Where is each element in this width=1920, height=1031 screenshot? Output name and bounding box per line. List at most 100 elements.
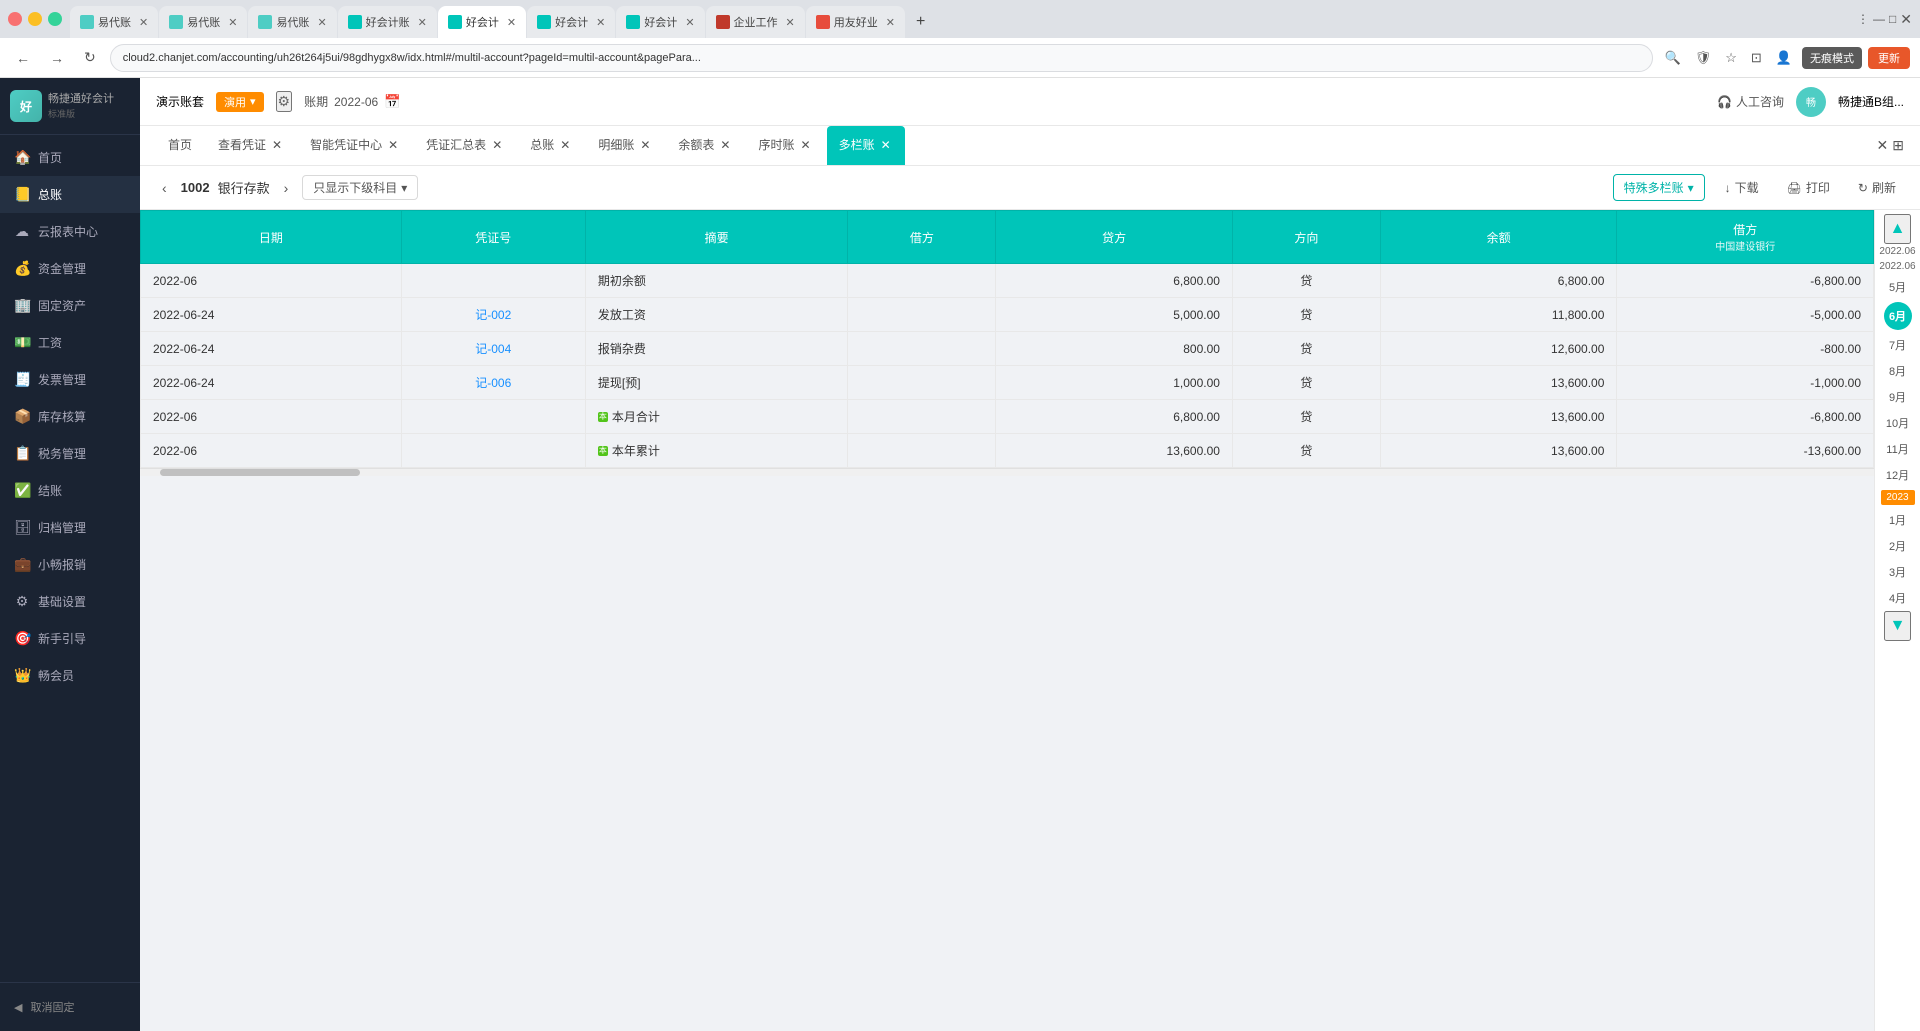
browser-tab-7-close[interactable]: ✕ [685,16,694,29]
address-input[interactable] [110,44,1653,72]
window-max-btn[interactable] [48,12,62,26]
account-prev-btn[interactable]: ‹ [156,178,173,198]
extension-icon[interactable]: ⊡ [1747,46,1766,70]
sidebar-item-expense[interactable]: 💼 小畅报销 [0,546,140,583]
star-icon[interactable]: ☆ [1721,46,1741,70]
special-multi-account-btn[interactable]: 特殊多栏账 ▾ [1613,174,1705,201]
refresh-nav-btn[interactable]: ↻ [78,45,102,70]
tab-smart-voucher[interactable]: 智能凭证中心 ✕ [298,126,412,166]
tab-general-ledger[interactable]: 总账 ✕ [518,126,584,166]
window-maximize-btn[interactable]: □ [1889,12,1896,26]
browser-tab-5[interactable]: 好会计 ✕ [438,6,526,38]
new-tab-btn[interactable]: + [906,6,935,38]
horizontal-scrollbar[interactable] [140,468,1874,476]
calendar-month-12[interactable]: 12月 [1881,462,1915,488]
calendar-month-7[interactable]: 7月 [1881,332,1915,358]
calendar-month-8[interactable]: 8月 [1881,358,1915,384]
browser-tab-2-close[interactable]: ✕ [228,16,237,29]
window-close-btn[interactable] [8,12,22,26]
period-calendar-btn[interactable]: 📅 [384,94,401,110]
browser-tab-5-close[interactable]: ✕ [507,16,516,29]
sidebar-item-guide[interactable]: 🎯 新手引导 [0,620,140,657]
print-btn[interactable]: 🖨 打印 [1779,175,1838,200]
tab-home[interactable]: 首页 [156,126,204,166]
browser-tab-4[interactable]: 好会计账 ✕ [338,6,437,38]
tab-chronological[interactable]: 序时账 ✕ [746,126,824,166]
tab-view-vouchers[interactable]: 查看凭证 ✕ [206,126,296,166]
calendar-month-5[interactable]: 5月 [1881,274,1915,300]
update-btn[interactable]: 更新 [1868,47,1910,69]
tab-list-btn[interactable]: ⋮ [1857,12,1869,26]
browser-tab-6[interactable]: 好会计 ✕ [527,6,615,38]
browser-tab-6-close[interactable]: ✕ [596,16,605,29]
browser-tab-2[interactable]: 易代账 ✕ [159,6,247,38]
sidebar-item-home[interactable]: 🏠 首页 [0,139,140,176]
calendar-month-9[interactable]: 9月 [1881,384,1915,410]
tab-view-vouchers-close[interactable]: ✕ [270,138,284,152]
tab-collapse-btn[interactable]: ✕ [1877,137,1889,154]
sidebar-item-tax[interactable]: 📋 税务管理 [0,435,140,472]
browser-tab-8[interactable]: 企业工作 ✕ [706,6,805,38]
tab-multi-column[interactable]: 多栏账 ✕ [827,126,905,166]
sidebar-item-assets[interactable]: 🏢 固定资产 [0,287,140,324]
refresh-btn[interactable]: ↻ 刷新 [1850,175,1904,200]
browser-tab-9[interactable]: 用友好业 ✕ [806,6,905,38]
browser-tab-1-close[interactable]: ✕ [139,16,148,29]
user-profile-icon[interactable]: 👤 [1772,46,1796,70]
sidebar-item-close-accounts[interactable]: ✅ 结账 [0,472,140,509]
cell-voucher-3[interactable]: 记-004 [401,332,585,366]
calendar-month-10[interactable]: 10月 [1881,410,1915,436]
calendar-month-2023-2[interactable]: 2月 [1881,533,1915,559]
tab-smart-voucher-close[interactable]: ✕ [386,138,400,152]
sidebar-item-inventory[interactable]: 📦 库存核算 [0,398,140,435]
sidebar-item-settings[interactable]: ⚙ 基础设置 [0,583,140,620]
calendar-month-11[interactable]: 11月 [1881,436,1915,462]
tab-multi-column-close[interactable]: ✕ [879,138,893,152]
shield-icon[interactable]: 🛡 [1691,46,1716,70]
sidebar-unpin-btn[interactable]: ◀ 取消固定 [0,991,140,1023]
calendar-month-2023-1[interactable]: 1月 [1881,507,1915,533]
window-close-x-btn[interactable]: ✕ [1900,11,1912,28]
browser-tab-1[interactable]: 易代账 ✕ [70,6,158,38]
browser-tab-7[interactable]: 好会计 ✕ [616,6,704,38]
tab-balance-sheet-close[interactable]: ✕ [718,138,732,152]
tab-chronological-close[interactable]: ✕ [799,138,813,152]
tab-general-ledger-close[interactable]: ✕ [558,138,572,152]
sidebar-item-cloud-reports[interactable]: ☁ 云报表中心 [0,213,140,250]
sidebar-item-archive[interactable]: 🗄 归档管理 [0,509,140,546]
account-next-btn[interactable]: › [278,178,295,198]
calendar-scroll-down-btn[interactable]: ▼ [1884,611,1912,641]
cell-voucher-4[interactable]: 记-006 [401,366,585,400]
tab-balance-sheet[interactable]: 余额表 ✕ [666,126,744,166]
sidebar-item-membership[interactable]: 👑 畅会员 [0,657,140,694]
gear-settings-btn[interactable]: ⚙ [276,91,293,112]
browser-tab-4-close[interactable]: ✕ [418,16,427,29]
browser-tab-3-close[interactable]: ✕ [317,16,326,29]
sidebar-item-funds[interactable]: 💰 资金管理 [0,250,140,287]
browser-tab-8-close[interactable]: ✕ [786,16,795,29]
tab-expand-btn[interactable]: ⊞ [1892,137,1904,154]
consultation-btn[interactable]: 🎧 人工咨询 [1717,93,1784,110]
search-icon[interactable]: 🔍 [1661,46,1685,70]
show-sub-accounts-btn[interactable]: 只显示下级科目 ▾ [302,175,418,200]
stealth-mode-btn[interactable]: 无痕模式 [1802,47,1862,69]
calendar-month-2023-3[interactable]: 3月 [1881,559,1915,585]
sidebar-item-ledger[interactable]: 📒 总账 [0,176,140,213]
tab-voucher-summary-close[interactable]: ✕ [490,138,504,152]
calendar-scroll-up-btn[interactable]: ▲ [1884,214,1912,244]
download-btn[interactable]: ↓ 下载 [1717,175,1767,200]
tab-detail-ledger[interactable]: 明细账 ✕ [586,126,664,166]
calendar-month-6[interactable]: 6月 [1884,302,1912,330]
cell-voucher-2[interactable]: 记-002 [401,298,585,332]
tab-detail-ledger-close[interactable]: ✕ [638,138,652,152]
sidebar-item-invoice[interactable]: 🧾 发票管理 [0,361,140,398]
calendar-month-2023-4[interactable]: 4月 [1881,585,1915,611]
browser-tab-3[interactable]: 易代账 ✕ [248,6,336,38]
sidebar-item-payroll[interactable]: 💵 工资 [0,324,140,361]
window-min-btn[interactable] [28,12,42,26]
tab-voucher-summary[interactable]: 凭证汇总表 ✕ [414,126,516,166]
back-btn[interactable]: ← [10,46,36,70]
window-restore-btn[interactable]: — [1873,12,1885,26]
forward-btn[interactable]: → [44,46,70,70]
browser-tab-9-close[interactable]: ✕ [886,16,895,29]
